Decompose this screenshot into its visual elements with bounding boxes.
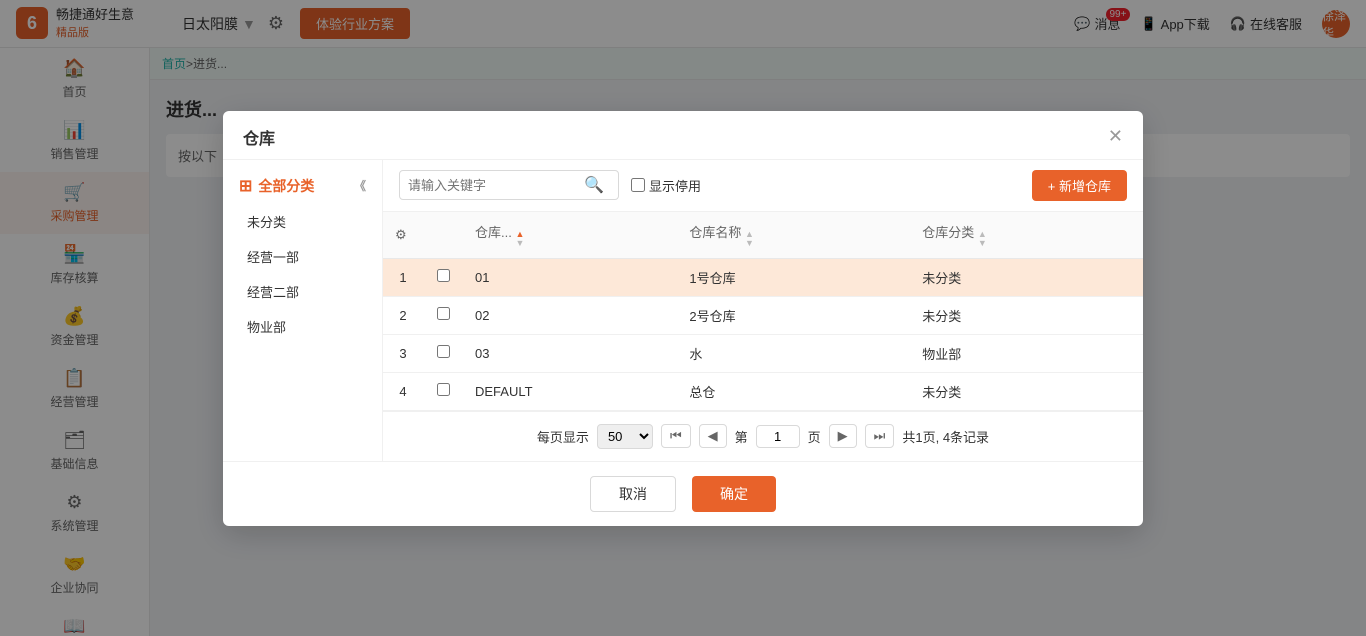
row-name-2: 2号仓库: [677, 296, 910, 334]
category-item-property[interactable]: 物业部: [223, 309, 382, 344]
modal-body: ⊞ 全部分类 《 未分类 经营一部 经营二部 物业部 🔍: [223, 160, 1143, 461]
pagination: 每页显示 50 100 200 ⏮ ◀ 第 页 ▶ ⏭ 共1页, 4条记录: [383, 411, 1143, 461]
data-table: ⚙ 仓库... ▲ ▼ 仓库名称: [383, 212, 1143, 411]
sort-arrows-name: ▲ ▼: [745, 230, 754, 248]
all-categories-header[interactable]: ⊞ 全部分类 《: [223, 168, 382, 204]
last-page-btn[interactable]: ⏭: [865, 424, 895, 448]
table-row[interactable]: 2 02 2号仓库 未分类: [383, 296, 1143, 334]
cancel-button[interactable]: 取消: [590, 476, 676, 512]
row-name-1: 1号仓库: [677, 258, 910, 296]
row-code-1: 01: [463, 258, 677, 296]
prev-page-btn[interactable]: ◀: [699, 424, 727, 448]
table-row[interactable]: 1 01 1号仓库 未分类: [383, 258, 1143, 296]
row-code-2: 02: [463, 296, 677, 334]
category-panel: ⊞ 全部分类 《 未分类 经营一部 经营二部 物业部: [223, 160, 383, 461]
row-check-2[interactable]: [423, 296, 463, 334]
category-item-dept1[interactable]: 经营一部: [223, 239, 382, 274]
collapse-icon[interactable]: 《: [354, 177, 366, 194]
search-input[interactable]: [408, 178, 578, 193]
category-item-dept2[interactable]: 经营二部: [223, 274, 382, 309]
search-icon[interactable]: 🔍: [584, 175, 604, 195]
show-disabled-label[interactable]: 显示停用: [631, 176, 701, 195]
warehouse-modal: 仓库 ✕ ⊞ 全部分类 《 未分类 经营一部 经营二部 物业部: [223, 111, 1143, 526]
col-name-label: 仓库名称: [689, 225, 741, 240]
row-gear-2[interactable]: 2: [383, 296, 423, 334]
row-category-3: 物业部: [910, 334, 1143, 372]
row-check-3[interactable]: [423, 334, 463, 372]
show-disabled-checkbox[interactable]: [631, 178, 645, 192]
grid-icon: ⊞: [239, 176, 252, 196]
add-warehouse-button[interactable]: + 新增仓库: [1032, 170, 1127, 201]
table-row[interactable]: 3 03 水 物业部: [383, 334, 1143, 372]
page-unit: 页: [808, 427, 821, 446]
row-gear-1[interactable]: 1: [383, 258, 423, 296]
row-category-2: 未分类: [910, 296, 1143, 334]
table-header-name[interactable]: 仓库名称 ▲ ▼: [677, 212, 910, 259]
warehouse-table: ⚙ 仓库... ▲ ▼ 仓库名称: [383, 212, 1143, 411]
row-code-3: 03: [463, 334, 677, 372]
row-name-3: 水: [677, 334, 910, 372]
modal-close-button[interactable]: ✕: [1108, 126, 1123, 147]
table-header-code[interactable]: 仓库... ▲ ▼: [463, 212, 677, 259]
modal-overlay: 仓库 ✕ ⊞ 全部分类 《 未分类 经营一部 经营二部 物业部: [0, 0, 1366, 636]
first-page-btn[interactable]: ⏮: [661, 424, 691, 448]
sort-arrows-category: ▲ ▼: [978, 230, 987, 248]
show-disabled-text: 显示停用: [649, 176, 701, 195]
confirm-button[interactable]: 确定: [692, 476, 776, 512]
row-code-4: DEFAULT: [463, 372, 677, 410]
table-header-gear[interactable]: ⚙: [383, 212, 423, 259]
all-categories-label: 全部分类: [258, 176, 314, 196]
row-category-1: 未分类: [910, 258, 1143, 296]
col-category-label: 仓库分类: [922, 225, 974, 240]
modal-header: 仓库 ✕: [223, 111, 1143, 160]
row-check-1[interactable]: [423, 258, 463, 296]
modal-footer: 取消 确定: [223, 461, 1143, 526]
next-page-btn[interactable]: ▶: [829, 424, 857, 448]
table-panel: 🔍 显示停用 + 新增仓库 ⚙: [383, 160, 1143, 461]
page-label: 第: [735, 427, 748, 446]
row-name-4: 总仓: [677, 372, 910, 410]
search-box: 🔍: [399, 170, 619, 200]
page-summary: 共1页, 4条记录: [902, 427, 989, 446]
table-header-category[interactable]: 仓库分类 ▲ ▼: [910, 212, 1143, 259]
row-gear-3[interactable]: 3: [383, 334, 423, 372]
modal-title: 仓库: [243, 125, 275, 149]
per-page-label: 每页显示: [537, 427, 589, 446]
category-item-unclassified[interactable]: 未分类: [223, 204, 382, 239]
sort-arrows-code: ▲ ▼: [515, 230, 524, 248]
table-row[interactable]: 4 DEFAULT 总仓 未分类: [383, 372, 1143, 410]
per-page-select[interactable]: 50 100 200: [597, 424, 653, 449]
row-gear-4[interactable]: 4: [383, 372, 423, 410]
row-check-4[interactable]: [423, 372, 463, 410]
col-code-label: 仓库...: [475, 225, 512, 240]
page-number-input[interactable]: [756, 425, 800, 448]
table-toolbar: 🔍 显示停用 + 新增仓库: [383, 160, 1143, 212]
table-header-check: [423, 212, 463, 259]
row-category-4: 未分类: [910, 372, 1143, 410]
